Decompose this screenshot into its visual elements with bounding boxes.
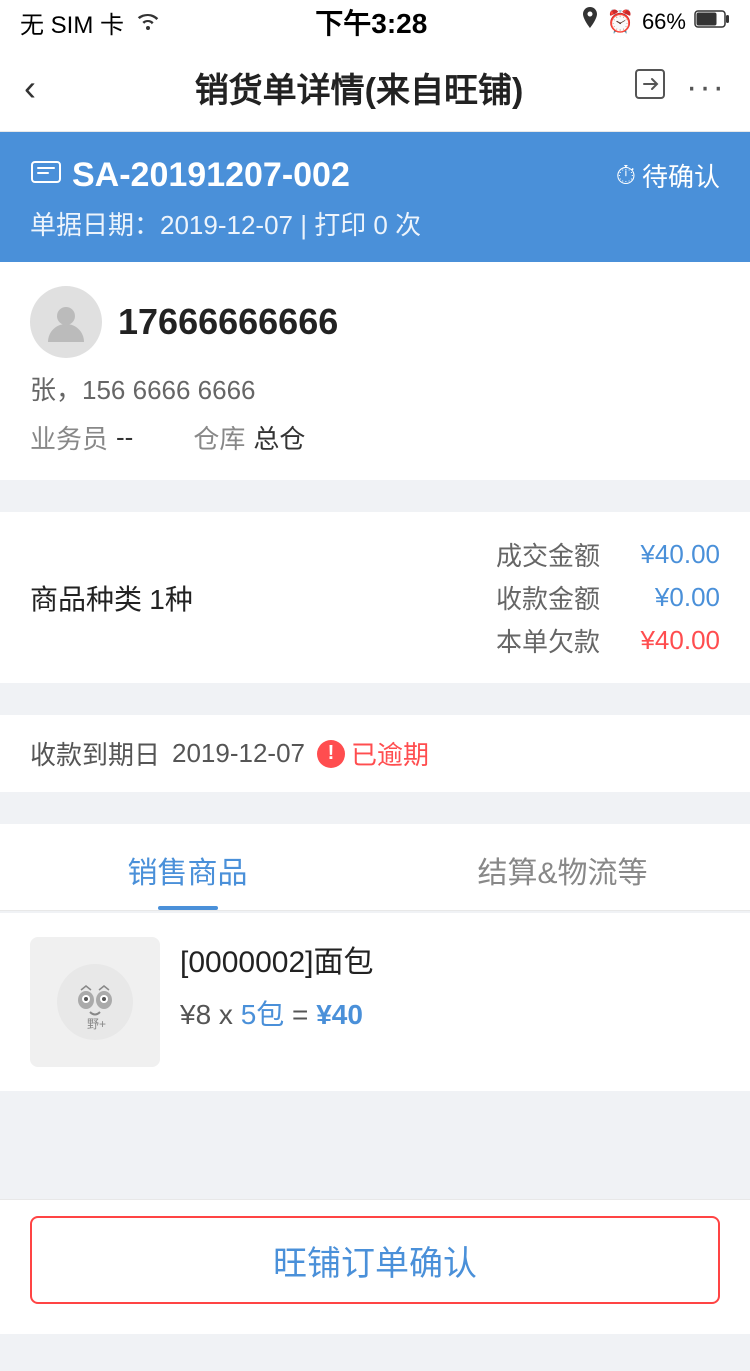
salesperson-value: -- bbox=[116, 422, 133, 453]
page-title: 销货单详情(来自旺铺) bbox=[195, 63, 524, 112]
equals: = bbox=[284, 999, 316, 1030]
due-date-value: 2019-12-07 bbox=[172, 738, 305, 769]
product-name: [0000002]面包 bbox=[180, 937, 720, 981]
tab-settlement-logistics[interactable]: 结算&物流等 bbox=[375, 824, 750, 910]
order-icon bbox=[30, 156, 62, 195]
order-status: ⏱ 待确认 bbox=[616, 157, 720, 194]
customer-row: 17666666666 bbox=[30, 286, 720, 358]
order-header-card: SA-20191207-002 ⏱ 待确认 单据日期：2019-12-07 | … bbox=[0, 132, 750, 262]
salesperson-label: 业务员 bbox=[30, 419, 108, 456]
order-id: SA-20191207-002 bbox=[30, 156, 350, 195]
owed-value: ¥40.00 bbox=[620, 625, 720, 656]
warehouse-item: 仓库 总仓 bbox=[193, 419, 305, 456]
share-button[interactable] bbox=[634, 68, 666, 108]
quantity: 5包 bbox=[241, 999, 285, 1030]
confirm-wangpu-order-button[interactable]: 旺铺订单确认 bbox=[30, 1216, 720, 1304]
transaction-value: ¥40.00 bbox=[620, 539, 720, 570]
nav-right-buttons: ··· bbox=[634, 68, 726, 108]
battery-text: 66% bbox=[642, 9, 686, 35]
wifi-icon bbox=[134, 8, 162, 37]
summary-right: 成交金额 ¥40.00 收款金额 ¥0.00 本单欠款 ¥40.00 bbox=[496, 536, 720, 659]
due-date-section: 收款到期日 2019-12-07 ! 已逾期 bbox=[0, 715, 750, 792]
total-price: ¥40 bbox=[316, 999, 363, 1030]
product-types-label: 商品种类 bbox=[30, 584, 142, 615]
received-label: 收款金额 bbox=[496, 579, 600, 616]
product-price: ¥8 x 5包 = ¥40 bbox=[180, 993, 720, 1033]
product-types-value: 1种 bbox=[149, 584, 193, 615]
customer-avatar bbox=[30, 286, 102, 358]
product-section: 野+ [0000002]面包 ¥8 x 5包 = ¥40 bbox=[0, 913, 750, 1091]
salesperson-item: 业务员 -- bbox=[30, 419, 133, 456]
tabs-section: 销售商品 结算&物流等 bbox=[0, 824, 750, 911]
product-types: 商品种类 1种 bbox=[30, 578, 496, 618]
product-thumbnail: 野+ bbox=[30, 937, 160, 1067]
divider-1 bbox=[0, 496, 750, 512]
divider-2 bbox=[0, 699, 750, 715]
owed-label: 本单欠款 bbox=[496, 622, 600, 659]
received-value: ¥0.00 bbox=[620, 582, 720, 613]
overdue-icon: ! bbox=[317, 740, 345, 768]
overdue-text: 已逾期 bbox=[351, 735, 429, 772]
sim-status: 无 SIM 卡 bbox=[20, 5, 124, 40]
status-bar: 无 SIM 卡 下午3:28 ⏰ 66% bbox=[0, 0, 750, 44]
order-date: 单据日期：2019-12-07 | 打印 0 次 bbox=[30, 205, 720, 242]
customer-name: 17666666666 bbox=[118, 301, 338, 343]
bottom-bar: 旺铺订单确认 bbox=[0, 1199, 750, 1334]
tab-sales-products[interactable]: 销售商品 bbox=[0, 824, 375, 910]
due-date-label: 收款到期日 bbox=[30, 735, 160, 772]
warehouse-value: 总仓 bbox=[253, 419, 305, 456]
customer-info-section: 17666666666 张，156 6666 6666 业务员 -- 仓库 总仓 bbox=[0, 262, 750, 480]
product-info: [0000002]面包 ¥8 x 5包 = ¥40 bbox=[180, 937, 720, 1033]
back-button[interactable]: ‹ bbox=[24, 67, 84, 109]
warehouse-label: 仓库 bbox=[193, 419, 245, 456]
transaction-label: 成交金额 bbox=[496, 536, 600, 573]
customer-sub-info: 张，156 6666 6666 bbox=[30, 370, 720, 407]
svg-text:野+: 野+ bbox=[87, 1017, 106, 1031]
clock-icon: ⏱ bbox=[616, 160, 636, 192]
location-icon bbox=[581, 7, 599, 37]
nav-bar: ‹ 销货单详情(来自旺铺) ··· bbox=[0, 44, 750, 132]
status-time: 下午3:28 bbox=[315, 2, 427, 42]
price-formula: ¥8 x bbox=[180, 999, 241, 1030]
status-left: 无 SIM 卡 bbox=[20, 5, 162, 40]
battery-icon bbox=[694, 9, 730, 35]
summary-section: 商品种类 1种 成交金额 ¥40.00 收款金额 ¥0.00 本单欠款 ¥40.… bbox=[0, 512, 750, 683]
status-right: ⏰ 66% bbox=[581, 7, 730, 37]
overdue-badge: ! 已逾期 bbox=[317, 735, 429, 772]
more-button[interactable]: ··· bbox=[686, 68, 726, 107]
received-row: 收款金额 ¥0.00 bbox=[496, 579, 720, 616]
owed-row: 本单欠款 ¥40.00 bbox=[496, 622, 720, 659]
transaction-row: 成交金额 ¥40.00 bbox=[496, 536, 720, 573]
alarm-icon: ⏰ bbox=[607, 9, 634, 35]
summary-left: 商品种类 1种 bbox=[30, 536, 496, 659]
header-top: SA-20191207-002 ⏱ 待确认 bbox=[30, 156, 720, 195]
divider-3 bbox=[0, 808, 750, 824]
customer-details-row: 业务员 -- 仓库 总仓 bbox=[30, 419, 720, 456]
